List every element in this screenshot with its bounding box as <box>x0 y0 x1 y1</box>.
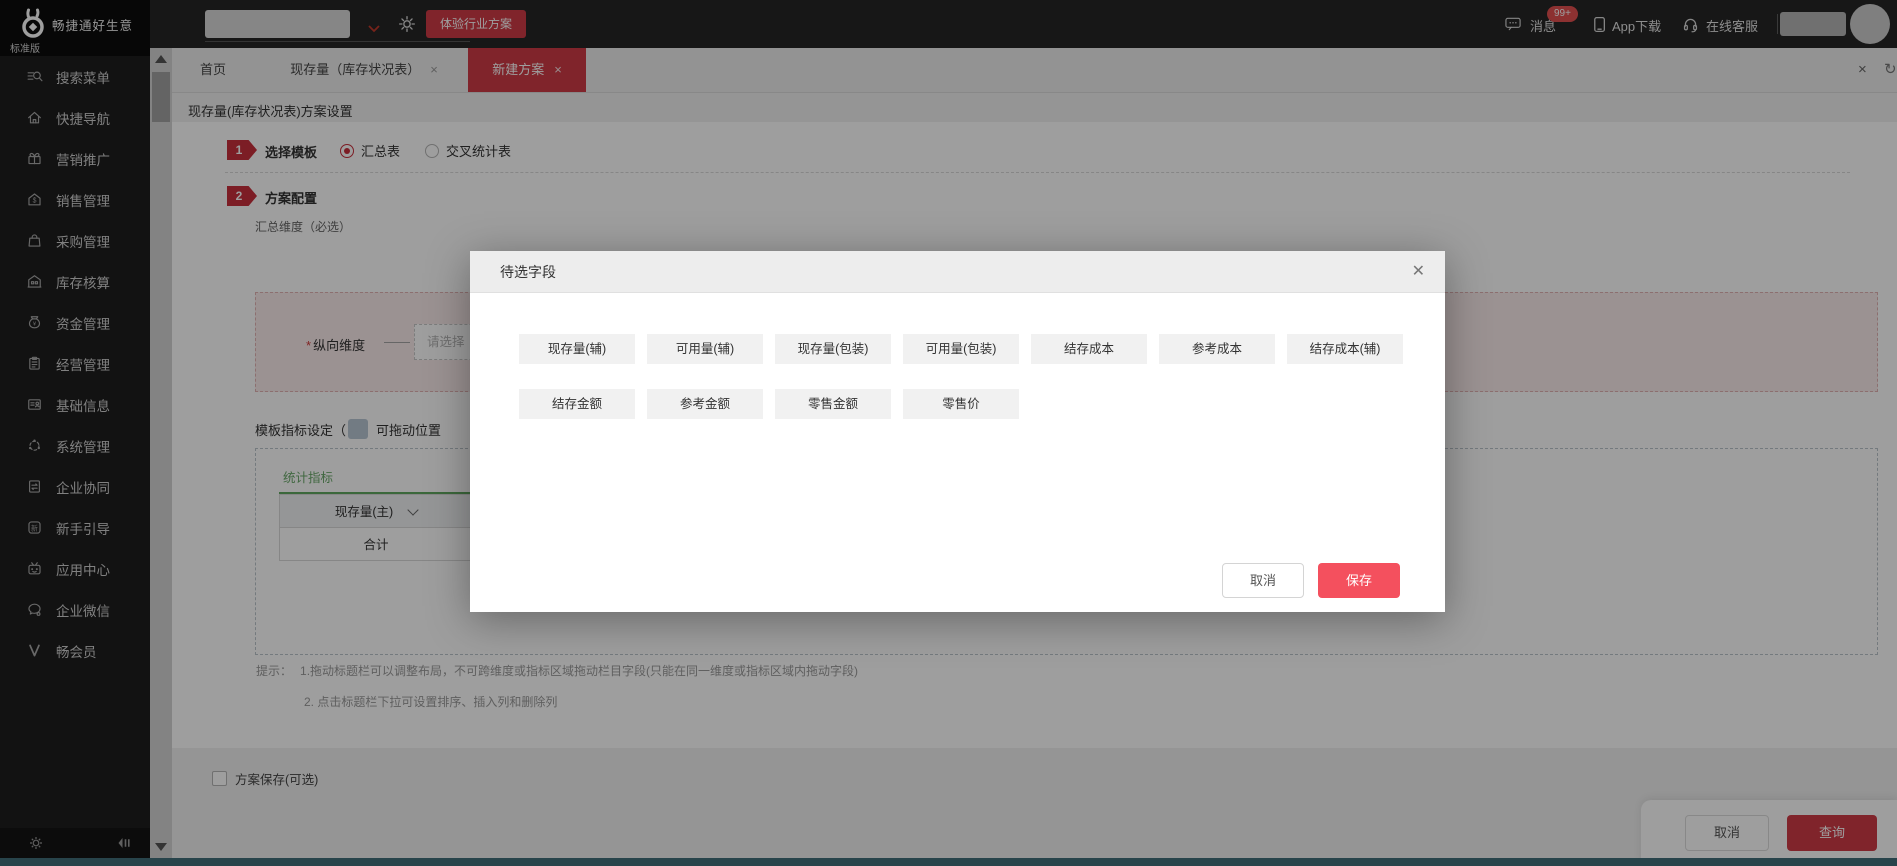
modal-title: 待选字段 <box>500 264 556 280</box>
field-button[interactable]: 零售价 <box>903 389 1019 419</box>
field-button[interactable]: 现存量(包装) <box>775 334 891 364</box>
field-button[interactable]: 参考成本 <box>1159 334 1275 364</box>
app-window: 畅捷通好生意 标准版 搜索菜单 快捷导航 营销推广 $ 销售管理 采购管理 库存… <box>0 0 1897 866</box>
modal-save-button[interactable]: 保存 <box>1318 563 1400 598</box>
field-button[interactable]: 结存成本(辅) <box>1287 334 1403 364</box>
modal-cancel-button[interactable]: 取消 <box>1222 563 1304 598</box>
close-icon[interactable]: ✕ <box>1412 251 1425 293</box>
field-button[interactable]: 现存量(辅) <box>519 334 635 364</box>
field-button[interactable]: 结存金额 <box>519 389 635 419</box>
field-button[interactable]: 可用量(辅) <box>647 334 763 364</box>
modal-header: 待选字段 ✕ <box>470 251 1445 293</box>
field-button[interactable]: 可用量(包装) <box>903 334 1019 364</box>
field-button[interactable]: 结存成本 <box>1031 334 1147 364</box>
pending-fields-modal: 待选字段 ✕ 现存量(辅) 可用量(辅) 现存量(包装) 可用量(包装) 结存成… <box>470 251 1445 612</box>
field-button[interactable]: 零售金额 <box>775 389 891 419</box>
field-button[interactable]: 参考金额 <box>647 389 763 419</box>
